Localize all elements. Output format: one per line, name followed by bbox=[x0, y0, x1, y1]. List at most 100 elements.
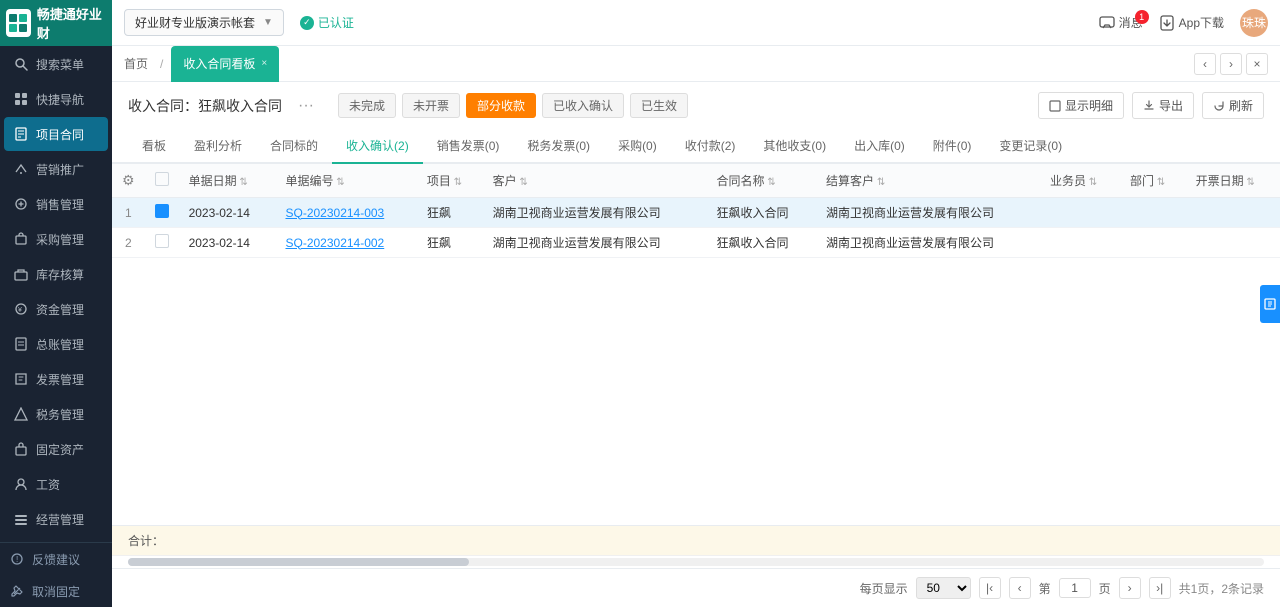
status-buttons: 未完成 未开票 部分收款 已收入确认 已生效 bbox=[338, 93, 688, 118]
title-prefix: 收入合同： bbox=[128, 98, 198, 114]
sidebar-bottom-unpin[interactable]: 取消固定 bbox=[0, 575, 112, 607]
subtab-revenue-confirm[interactable]: 收入确认(2) bbox=[332, 129, 423, 164]
th-project[interactable]: 项目 bbox=[417, 164, 483, 198]
sidebar-item-assets[interactable]: 固定资产 bbox=[4, 432, 108, 466]
th-salesperson[interactable]: 业务员 bbox=[1040, 164, 1120, 198]
download-icon bbox=[1159, 15, 1175, 31]
active-tab-label: 收入合同看板 bbox=[183, 55, 255, 72]
table-row[interactable]: 2 2023-02-14 SQ-20230214-002 狂飙 湖南卫视商业运营… bbox=[112, 228, 1280, 258]
sidebar-item-nav[interactable]: 快捷导航 bbox=[4, 82, 108, 116]
subtab-profit[interactable]: 盈利分析 bbox=[180, 129, 256, 164]
nav-prev-btn[interactable]: ‹ bbox=[1194, 53, 1216, 75]
tabbar: 首页 / 收入合同看板 × ‹ › × bbox=[112, 46, 1280, 82]
status-btn-uninvoiced[interactable]: 未开票 bbox=[402, 93, 460, 118]
page-header: 收入合同：狂飙收入合同 ··· 未完成 未开票 部分收款 已收入确认 已生效 显… bbox=[112, 82, 1280, 129]
row-number[interactable]: SQ-20230214-002 bbox=[275, 228, 416, 258]
table-footer: 合计： bbox=[112, 525, 1280, 555]
close-tab-icon[interactable]: × bbox=[261, 58, 267, 69]
sidebar-item-invoice[interactable]: 发票管理 bbox=[4, 362, 108, 396]
sidebar-bottom-feedback[interactable]: ! 反馈建议 bbox=[0, 543, 112, 575]
row-contract: 狂飙收入合同 bbox=[706, 198, 816, 228]
header-checkbox[interactable] bbox=[155, 172, 169, 186]
row-settlement: 湖南卫视商业运营发展有限公司 bbox=[816, 228, 1040, 258]
nav-close-btn[interactable]: × bbox=[1246, 53, 1268, 75]
current-page[interactable]: 1 bbox=[1059, 578, 1091, 598]
home-tab[interactable]: 首页 bbox=[124, 55, 160, 72]
th-settlement[interactable]: 结算客户 bbox=[816, 164, 1040, 198]
app-download-label: App下载 bbox=[1179, 14, 1224, 31]
row-checkbox[interactable] bbox=[145, 198, 179, 228]
right-panel-btn[interactable] bbox=[1260, 285, 1280, 323]
sidebar-item-contract[interactable]: 项目合同 bbox=[4, 117, 108, 151]
scroll-thumb[interactable] bbox=[128, 558, 469, 566]
panel-icon bbox=[1263, 297, 1277, 311]
settings-icon[interactable]: ⚙ bbox=[122, 172, 135, 188]
sidebar-item-label-purchase: 采购管理 bbox=[36, 231, 84, 248]
last-page-btn[interactable]: ›| bbox=[1149, 577, 1171, 599]
sub-tabs: 看板 盈利分析 合同标的 收入确认(2) 销售发票(0) 税务发票(0) 采购(… bbox=[112, 129, 1280, 164]
th-department[interactable]: 部门 bbox=[1120, 164, 1186, 198]
sidebar-item-management[interactable]: 经营管理 bbox=[4, 502, 108, 536]
first-page-btn[interactable]: |‹ bbox=[979, 577, 1001, 599]
subtab-purchase[interactable]: 采购(0) bbox=[604, 129, 671, 164]
company-selector[interactable]: 好业财专业版演示帐套 ▼ bbox=[124, 9, 284, 36]
subtab-tax-invoice[interactable]: 税务发票(0) bbox=[513, 129, 604, 164]
message-action[interactable]: 1 消息 bbox=[1099, 14, 1143, 31]
ledger-icon bbox=[12, 335, 30, 353]
sidebar-item-ledger[interactable]: 总账管理 bbox=[4, 327, 108, 361]
prev-page-btn[interactable]: ‹ bbox=[1009, 577, 1031, 599]
row-number[interactable]: SQ-20230214-003 bbox=[275, 198, 416, 228]
th-contract[interactable]: 合同名称 bbox=[706, 164, 816, 198]
sidebar-item-tax[interactable]: 税务管理 bbox=[4, 397, 108, 431]
page-title-row: 收入合同：狂飙收入合同 ··· 未完成 未开票 部分收款 已收入确认 已生效 显… bbox=[128, 92, 1264, 119]
subtab-other[interactable]: 其他收支(0) bbox=[749, 129, 840, 164]
sidebar-item-sales[interactable]: 销售管理 bbox=[4, 187, 108, 221]
subtab-sales-invoice[interactable]: 销售发票(0) bbox=[423, 129, 514, 164]
user-avatar[interactable]: 珠珠 bbox=[1240, 9, 1268, 37]
invoice-icon bbox=[12, 370, 30, 388]
sidebar-item-search[interactable]: 搜索菜单 bbox=[4, 47, 108, 81]
more-icon[interactable]: ··· bbox=[294, 97, 318, 115]
data-table: ⚙ 单据日期 单据编号 项目 客户 合同名称 结算客户 业务员 bbox=[112, 164, 1280, 258]
app-download-action[interactable]: App下载 bbox=[1159, 14, 1224, 31]
active-tab[interactable]: 收入合同看板 × bbox=[171, 46, 279, 82]
export-label: 导出 bbox=[1159, 97, 1183, 114]
show-detail-btn[interactable]: 显示明细 bbox=[1038, 92, 1124, 119]
sidebar-item-label-ledger: 总账管理 bbox=[36, 336, 84, 353]
th-customer[interactable]: 客户 bbox=[483, 164, 707, 198]
status-btn-incomplete[interactable]: 未完成 bbox=[338, 93, 396, 118]
th-number[interactable]: 单据编号 bbox=[275, 164, 416, 198]
subtab-subject[interactable]: 合同标的 bbox=[256, 129, 332, 164]
row-project: 狂飙 bbox=[417, 228, 483, 258]
row-salesperson bbox=[1040, 198, 1120, 228]
subtab-changes[interactable]: 变更记录(0) bbox=[985, 129, 1076, 164]
per-page-select[interactable]: 50 100 200 bbox=[916, 577, 971, 599]
message-icon bbox=[1099, 15, 1115, 31]
nav-next-btn[interactable]: › bbox=[1220, 53, 1242, 75]
th-check bbox=[145, 164, 179, 198]
sidebar-item-inventory[interactable]: 库存核算 bbox=[4, 257, 108, 291]
th-invoice-date[interactable]: 开票日期 bbox=[1186, 164, 1280, 198]
refresh-btn[interactable]: 刷新 bbox=[1202, 92, 1264, 119]
subtab-payment[interactable]: 收付款(2) bbox=[671, 129, 750, 164]
export-btn[interactable]: 导出 bbox=[1132, 92, 1194, 119]
verified-badge: ✓ 已认证 bbox=[300, 14, 354, 31]
status-btn-partial[interactable]: 部分收款 bbox=[466, 93, 536, 118]
subtab-kanban[interactable]: 看板 bbox=[128, 129, 180, 164]
subtab-warehouse[interactable]: 出入库(0) bbox=[840, 129, 919, 164]
status-btn-confirmed[interactable]: 已收入确认 bbox=[542, 93, 624, 118]
sidebar-item-salary[interactable]: 工资 bbox=[4, 467, 108, 501]
th-date[interactable]: 单据日期 bbox=[179, 164, 276, 198]
pagination: 每页显示 50 100 200 |‹ ‹ 第 1 页 › ›| 共1页，2条记录 bbox=[112, 568, 1280, 607]
sidebar-item-purchase[interactable]: 采购管理 bbox=[4, 222, 108, 256]
subtab-attachment[interactable]: 附件(0) bbox=[919, 129, 986, 164]
next-page-btn[interactable]: › bbox=[1119, 577, 1141, 599]
sidebar-item-label-nav: 快捷导航 bbox=[36, 91, 84, 108]
sidebar-item-marketing[interactable]: 营销推广 bbox=[4, 152, 108, 186]
sidebar-item-fund[interactable]: ¥ 资金管理 bbox=[4, 292, 108, 326]
table-row[interactable]: 1 2023-02-14 SQ-20230214-003 狂飙 湖南卫视商业运营… bbox=[112, 198, 1280, 228]
row-checkbox[interactable] bbox=[145, 228, 179, 258]
scroll-bar[interactable] bbox=[128, 558, 1264, 566]
status-btn-effective[interactable]: 已生效 bbox=[630, 93, 688, 118]
row-department bbox=[1120, 198, 1186, 228]
